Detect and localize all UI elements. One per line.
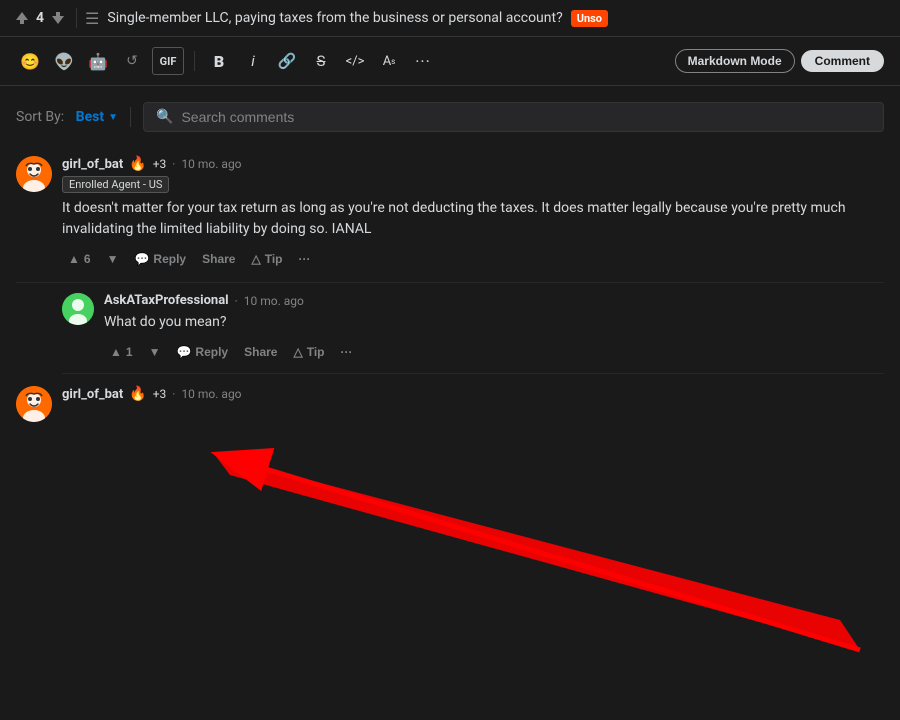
code-button[interactable]: </> <box>341 47 369 75</box>
sort-value: Best <box>76 109 104 125</box>
comment-actions: ▲ 6 ▼ 💬 Reply Share △ Tip ··· <box>62 248 884 270</box>
avatar <box>16 156 52 192</box>
reply-button[interactable]: 💬 Reply <box>128 248 192 270</box>
bold-button[interactable]: B <box>205 47 233 75</box>
nested-comment-actions: ▲ 1 ▼ 💬 Reply Share △ Tip <box>104 341 884 363</box>
upvote-button[interactable] <box>12 8 32 28</box>
timestamp-value: 10 mo. ago <box>181 157 241 171</box>
link-button[interactable]: 🔗 <box>273 47 301 75</box>
nested-downvote-icon: ▼ <box>149 345 161 359</box>
third-avatar <box>16 386 52 422</box>
post-icon: ☰ <box>85 9 99 28</box>
nested-comment-text: What do you mean? <box>104 312 884 333</box>
nested-upvote-button[interactable]: ▲ 1 <box>104 341 139 363</box>
superscript-button[interactable]: As <box>375 47 403 75</box>
enrolled-agent-badge: Enrolled Agent - US <box>62 176 169 193</box>
search-container: 🔍 <box>143 102 884 132</box>
karma-badge: +3 <box>153 157 167 171</box>
nested-upvote-icon: ▲ <box>110 345 122 359</box>
divider <box>76 8 77 28</box>
nested-comment: AskATaxProfessional · 10 mo. ago What do… <box>62 283 884 374</box>
toolbar: 😊 👽 🤖 ↺ GIF B i 🔗 S </> As ··· Markdown … <box>0 37 900 86</box>
nested-comment-header: AskATaxProfessional · 10 mo. ago <box>104 293 884 308</box>
third-comment: girl_of_bat 🔥 +3 · 10 mo. ago <box>16 374 884 434</box>
search-divider <box>130 107 131 127</box>
third-username[interactable]: girl_of_bat <box>62 387 123 402</box>
nested-share-button[interactable]: Share <box>238 341 283 363</box>
nested-comment-body: AskATaxProfessional · 10 mo. ago What do… <box>104 293 884 363</box>
nested-tip-icon: △ <box>293 345 302 359</box>
share-button[interactable]: Share <box>196 248 241 270</box>
comments-section: girl_of_bat 🔥 +3 · 10 mo. ago Enrolled A… <box>0 144 900 664</box>
third-comment-header: girl_of_bat 🔥 +3 · 10 mo. ago <box>62 386 884 402</box>
tip-icon: △ <box>251 252 260 266</box>
emoji-icon[interactable]: 😊 <box>16 47 44 75</box>
post-title: Single-member LLC, paying taxes from the… <box>107 10 562 26</box>
upvote-count: 6 <box>84 252 91 266</box>
comment-body: girl_of_bat 🔥 +3 · 10 mo. ago Enrolled A… <box>62 156 884 270</box>
comment-text: It doesn't matter for your tax return as… <box>62 198 884 240</box>
more-actions-button[interactable]: ··· <box>292 248 316 270</box>
robot-icon[interactable]: 🤖 <box>84 47 112 75</box>
nested-reply-icon: 💬 <box>176 345 191 359</box>
comment-item: girl_of_bat 🔥 +3 · 10 mo. ago Enrolled A… <box>16 144 884 283</box>
post-title-bar: ☰ Single-member LLC, paying taxes from t… <box>85 9 888 28</box>
timestamp: · <box>172 157 175 171</box>
nested-upvote-count: 1 <box>126 345 133 359</box>
reddit-face-icon[interactable]: 👽 <box>50 47 78 75</box>
flair-badge: Unso <box>571 10 608 27</box>
more-formats-button[interactable]: ··· <box>409 47 437 75</box>
third-flair-icon: 🔥 <box>129 386 146 402</box>
undo-icon[interactable]: ↺ <box>118 47 146 75</box>
comment-button[interactable]: Comment <box>801 50 884 72</box>
reply-icon: 💬 <box>134 252 149 266</box>
downvote-button[interactable] <box>48 8 68 28</box>
downvote-icon: ▼ <box>107 252 119 266</box>
flair-icon: 🔥 <box>129 156 146 172</box>
markdown-mode-button[interactable]: Markdown Mode <box>675 49 795 73</box>
top-bar: 4 ☰ Single-member LLC, paying taxes from… <box>0 0 900 37</box>
nested-comment-inner: AskATaxProfessional · 10 mo. ago What do… <box>62 293 884 363</box>
tip-button[interactable]: △ Tip <box>245 248 288 270</box>
third-timestamp: 10 mo. ago <box>181 387 241 401</box>
nested-tip-button[interactable]: △ Tip <box>287 341 330 363</box>
sort-search-bar: Sort By: Best ▼ 🔍 <box>0 86 900 144</box>
nested-downvote-button[interactable]: ▼ <box>143 341 167 363</box>
toolbar-divider-1 <box>194 51 195 71</box>
nested-username[interactable]: AskATaxProfessional <box>104 293 229 308</box>
gif-button[interactable]: GIF <box>152 47 184 75</box>
upvote-icon: ▲ <box>68 252 80 266</box>
strikethrough-button[interactable]: S <box>307 47 335 75</box>
upvote-comment-button[interactable]: ▲ 6 <box>62 248 97 270</box>
username[interactable]: girl_of_bat <box>62 157 123 172</box>
nested-timestamp-dot: · <box>235 294 238 308</box>
nested-more-button[interactable]: ··· <box>334 341 358 363</box>
avatar-sm <box>62 293 94 325</box>
downvote-comment-button[interactable]: ▼ <box>101 248 125 270</box>
sort-by-dropdown[interactable]: Sort By: Best ▼ <box>16 109 118 125</box>
vote-count: 4 <box>36 10 44 26</box>
search-icon: 🔍 <box>156 109 173 125</box>
nested-timestamp: 10 mo. ago <box>244 294 304 308</box>
vote-section: 4 <box>12 8 68 28</box>
third-dot: · <box>172 387 175 401</box>
search-input[interactable] <box>181 109 871 125</box>
italic-button[interactable]: i <box>239 47 267 75</box>
third-comment-body: girl_of_bat 🔥 +3 · 10 mo. ago <box>62 386 884 422</box>
sort-by-label: Sort By: <box>16 109 64 125</box>
nested-reply-button[interactable]: 💬 Reply <box>170 341 234 363</box>
chevron-down-icon: ▼ <box>108 112 118 123</box>
third-karma: +3 <box>153 387 167 401</box>
comment-header: girl_of_bat 🔥 +3 · 10 mo. ago <box>62 156 884 172</box>
